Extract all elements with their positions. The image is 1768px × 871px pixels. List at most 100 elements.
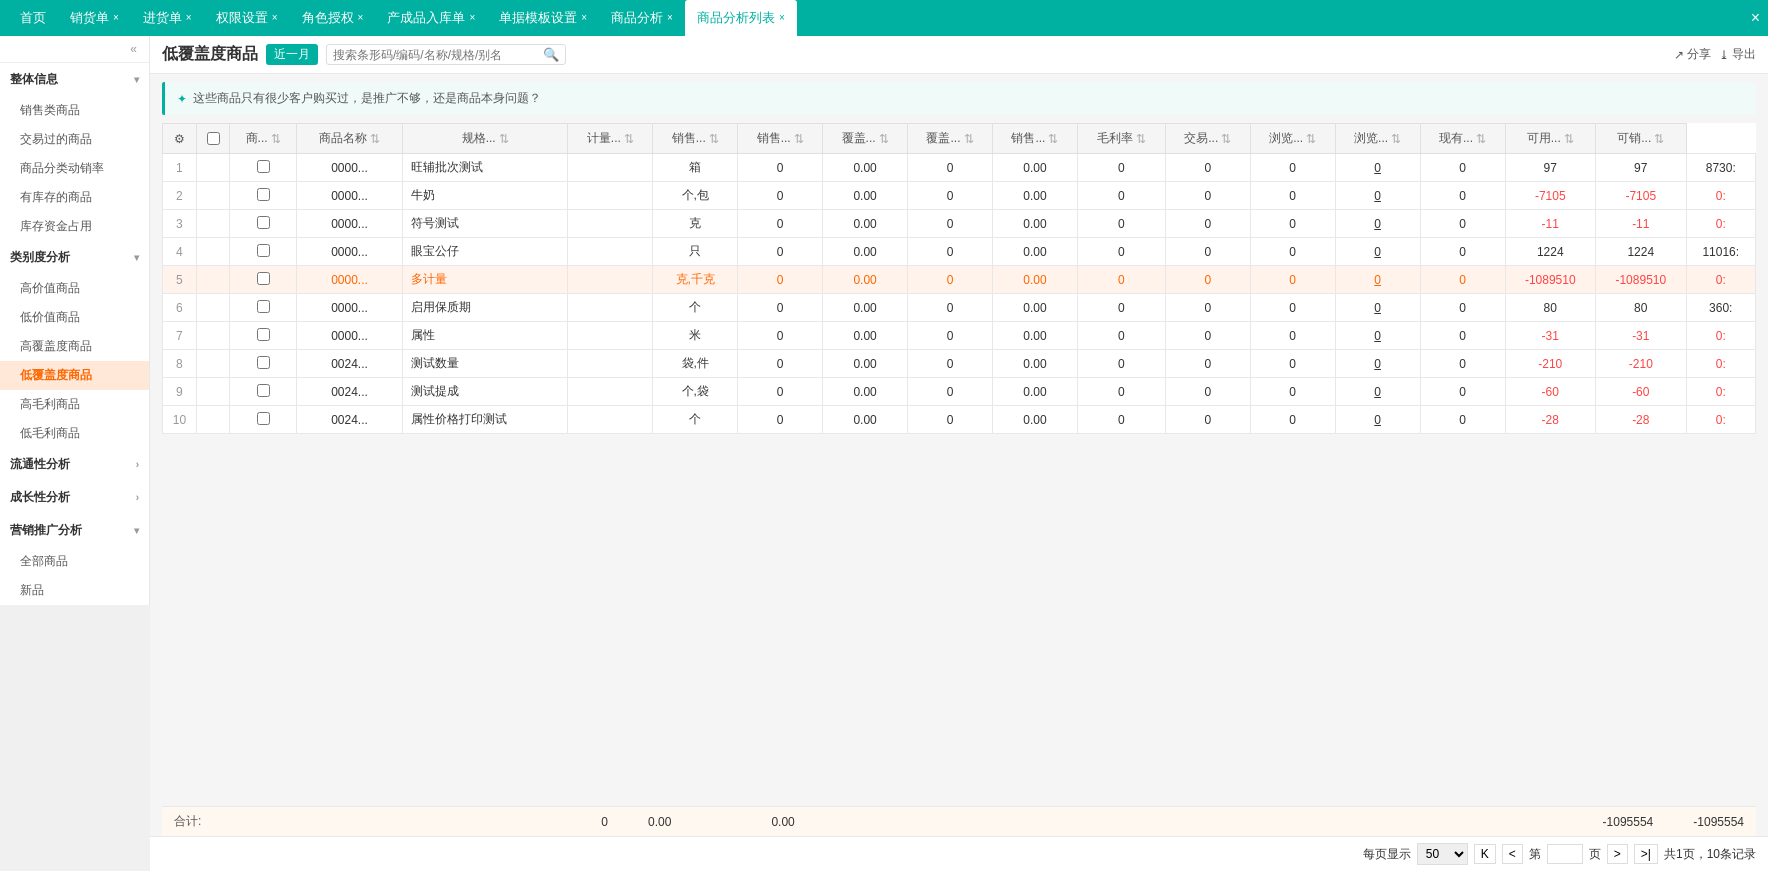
row-name-2[interactable]: 符号测试 [403, 210, 568, 238]
search-input[interactable] [333, 48, 543, 62]
row-checkbox-8[interactable] [230, 378, 297, 406]
col-sales2[interactable]: 销售... ⇅ [738, 124, 823, 154]
col-stock3[interactable]: 可销... ⇅ [1596, 124, 1687, 154]
row-check-7[interactable] [257, 356, 270, 369]
next-page-button[interactable]: > [1607, 844, 1628, 864]
row-checkbox-7[interactable] [230, 350, 297, 378]
row-check-0[interactable] [257, 160, 270, 173]
nav-permission-settings[interactable]: 权限设置 × [204, 0, 290, 36]
col-cover2[interactable]: 覆盖... ⇅ [908, 124, 993, 154]
row-view1-1[interactable]: 0 [1335, 182, 1420, 210]
col-stock2[interactable]: 可用... ⇅ [1505, 124, 1596, 154]
col-view2[interactable]: 浏览... ⇅ [1335, 124, 1420, 154]
row-view1-2[interactable]: 0 [1335, 210, 1420, 238]
col-unit[interactable]: 计量... ⇅ [568, 124, 653, 154]
row-checkbox-6[interactable] [230, 322, 297, 350]
col-checkbox[interactable] [196, 124, 229, 154]
sidebar-item-sales-goods[interactable]: 销售类商品 [0, 96, 149, 125]
first-page-button[interactable]: K [1474, 844, 1496, 864]
col-view1[interactable]: 浏览... ⇅ [1250, 124, 1335, 154]
col-sales3[interactable]: 销售... ⇅ [992, 124, 1077, 154]
row-check-5[interactable] [257, 300, 270, 313]
row-check-2[interactable] [257, 216, 270, 229]
sidebar-item-low-coverage[interactable]: 低覆盖度商品 [0, 361, 149, 390]
row-check-8[interactable] [257, 384, 270, 397]
per-page-select[interactable]: 50 100 200 [1417, 843, 1468, 865]
sidebar-section-growth[interactable]: 成长性分析 › [0, 481, 149, 514]
current-page-input[interactable]: 1 [1547, 844, 1583, 864]
nav-product-inbound[interactable]: 产成品入库单 × [375, 0, 487, 36]
nav-template-settings[interactable]: 单据模板设置 × [487, 0, 599, 36]
row-view1-6[interactable]: 0 [1335, 322, 1420, 350]
row-check-4[interactable] [257, 272, 270, 285]
row-view1-3[interactable]: 0 [1335, 238, 1420, 266]
row-check-3[interactable] [257, 244, 270, 257]
col-settings[interactable]: ⚙ [163, 124, 197, 154]
sidebar-item-high-margin[interactable]: 高毛利商品 [0, 390, 149, 419]
row-check-1[interactable] [257, 188, 270, 201]
nav-home[interactable]: 首页 [8, 0, 58, 36]
table-wrapper[interactable]: ⚙ 商... ⇅ 商品名称 ⇅ 规格... ⇅ 计量... ⇅ 销售... ⇅ … [162, 123, 1756, 806]
row-view1-4[interactable]: 0 [1335, 266, 1420, 294]
row-view1-5[interactable]: 0 [1335, 294, 1420, 322]
row-checkbox-0[interactable] [230, 154, 297, 182]
sidebar-item-stock-goods[interactable]: 有库存的商品 [0, 183, 149, 212]
col-spec[interactable]: 规格... ⇅ [403, 124, 568, 154]
row-view1-0[interactable]: 0 [1335, 154, 1420, 182]
sidebar-item-all-goods[interactable]: 全部商品 [0, 547, 149, 576]
row-name-0[interactable]: 旺辅批次测试 [403, 154, 568, 182]
row-checkbox-3[interactable] [230, 238, 297, 266]
sidebar-item-low-value[interactable]: 低价值商品 [0, 303, 149, 332]
sidebar-section-overall[interactable]: 整体信息 ▾ [0, 63, 149, 96]
sidebar-item-new-goods[interactable]: 新品 [0, 576, 149, 605]
col-code[interactable]: 商... ⇅ [230, 124, 297, 154]
sidebar-item-high-value[interactable]: 高价值商品 [0, 274, 149, 303]
nav-role-auth[interactable]: 角色授权 × [290, 0, 376, 36]
col-sales1[interactable]: 销售... ⇅ [653, 124, 738, 154]
sidebar-item-low-margin[interactable]: 低毛利商品 [0, 419, 149, 448]
window-close-button[interactable]: × [1751, 9, 1760, 27]
row-checkbox-9[interactable] [230, 406, 297, 434]
row-checkbox-4[interactable] [230, 266, 297, 294]
sidebar-item-high-coverage[interactable]: 高覆盖度商品 [0, 332, 149, 361]
nav-product-analysis[interactable]: 商品分析 × [599, 0, 685, 36]
sidebar-collapse-button[interactable]: « [124, 40, 143, 58]
col-trade[interactable]: 交易... ⇅ [1165, 124, 1250, 154]
row-check-6[interactable] [257, 328, 270, 341]
row-name-6[interactable]: 属性 [403, 322, 568, 350]
nav-sales-order[interactable]: 销货单 × [58, 0, 131, 36]
sidebar-section-flow[interactable]: 流通性分析 › [0, 448, 149, 481]
col-name[interactable]: 商品名称 ⇅ [296, 124, 402, 154]
time-filter-button[interactable]: 近一月 [266, 44, 318, 65]
select-all-checkbox[interactable] [207, 132, 220, 145]
row-name-8[interactable]: 测试提成 [403, 378, 568, 406]
nav-purchase-order[interactable]: 进货单 × [131, 0, 204, 36]
row-view1-8[interactable]: 0 [1335, 378, 1420, 406]
col-stock1[interactable]: 现有... ⇅ [1420, 124, 1505, 154]
prev-page-button[interactable]: < [1502, 844, 1523, 864]
sidebar-section-marketing[interactable]: 营销推广分析 ▾ [0, 514, 149, 547]
col-margin[interactable]: 毛利率 ⇅ [1077, 124, 1165, 154]
row-name-1[interactable]: 牛奶 [403, 182, 568, 210]
export-button[interactable]: ⤓ 导出 [1719, 46, 1756, 63]
sidebar-section-abc[interactable]: 类别度分析 ▾ [0, 241, 149, 274]
last-page-button[interactable]: >| [1634, 844, 1658, 864]
row-view1-9[interactable]: 0 [1335, 406, 1420, 434]
row-checkbox-2[interactable] [230, 210, 297, 238]
row-name-9[interactable]: 属性价格打印测试 [403, 406, 568, 434]
row-name-3[interactable]: 眼宝公仔 [403, 238, 568, 266]
col-cover1[interactable]: 覆盖... ⇅ [823, 124, 908, 154]
sidebar-item-traded-goods[interactable]: 交易过的商品 [0, 125, 149, 154]
row-checkbox-5[interactable] [230, 294, 297, 322]
row-num-1: 2 [163, 182, 197, 210]
row-view1-7[interactable]: 0 [1335, 350, 1420, 378]
row-name-4[interactable]: 多计量 [403, 266, 568, 294]
row-name-7[interactable]: 测试数量 [403, 350, 568, 378]
share-button[interactable]: ↗ 分享 [1674, 46, 1711, 63]
row-checkbox-1[interactable] [230, 182, 297, 210]
nav-product-analysis-list[interactable]: 商品分析列表 × [685, 0, 797, 36]
row-name-5[interactable]: 启用保质期 [403, 294, 568, 322]
sidebar-item-category-rate[interactable]: 商品分类动销率 [0, 154, 149, 183]
row-check-9[interactable] [257, 412, 270, 425]
sidebar-item-stock-capital[interactable]: 库存资金占用 [0, 212, 149, 241]
